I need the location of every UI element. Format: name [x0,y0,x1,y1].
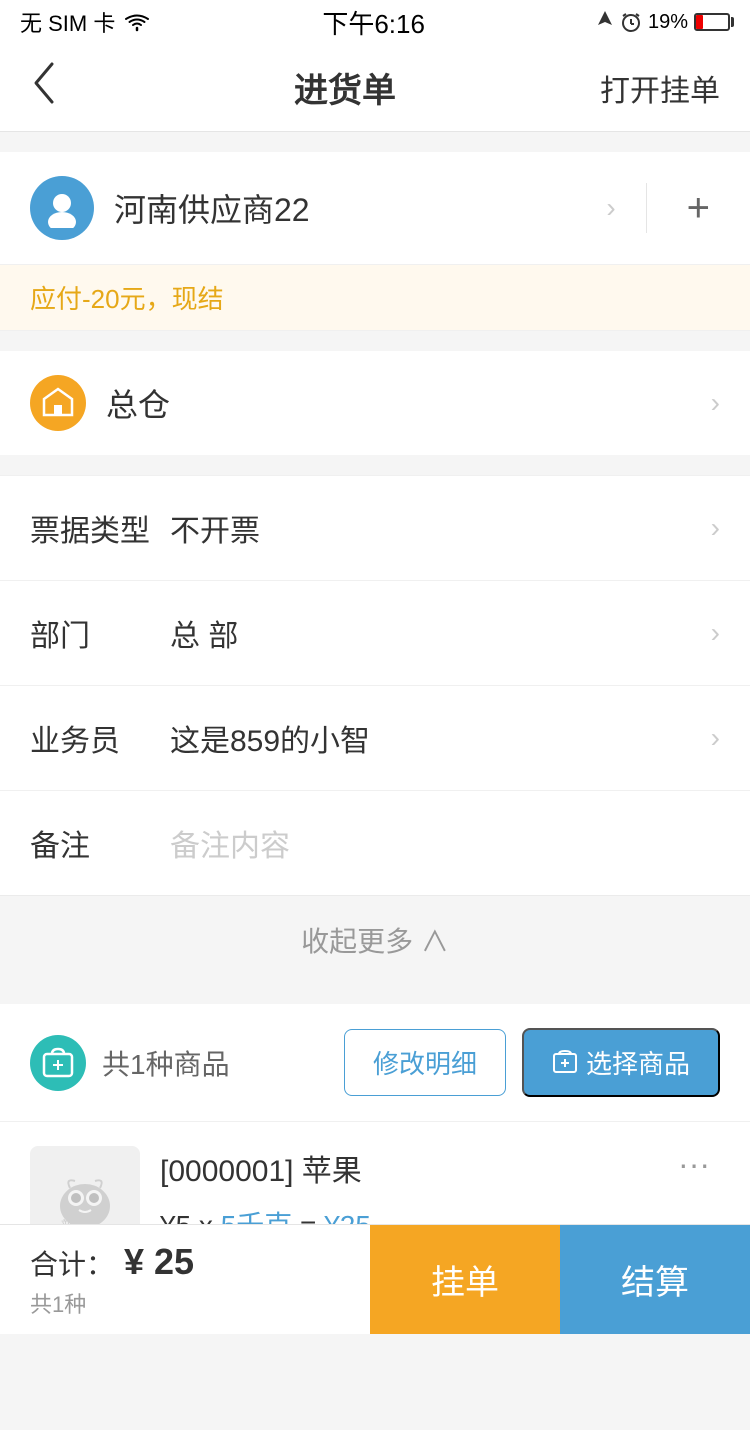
invoice-type-row[interactable]: 票据类型 不开票 › [0,475,750,580]
battery-fill [696,15,703,29]
remark-label: 备注 [30,821,150,865]
select-product-icon [552,1050,578,1076]
vertical-divider [646,183,647,233]
product-count: 共1种商品 [102,1043,344,1083]
add-supplier-button[interactable]: + [677,186,720,231]
status-bar: 无 SIM 卡 下午6:16 19% [0,0,750,44]
supplier-name: 河南供应商22 [114,185,606,231]
salesman-chevron-icon: › [711,722,720,754]
wifi-icon [123,12,151,32]
footer-total: 合计： ¥ 25 共1种 [0,1225,370,1334]
avatar [30,176,94,240]
collapse-label: 收起更多 ∧ [301,926,449,957]
product-icon [30,1035,86,1091]
select-product-label: 选择商品 [586,1044,690,1081]
section-divider-2 [0,331,750,351]
section-divider-4 [0,984,750,1004]
page-title: 进货单 [294,63,396,112]
select-product-button[interactable]: 选择商品 [522,1028,720,1097]
warehouse-name: 总仓 [106,380,711,426]
department-value: 总 部 [150,611,711,655]
more-options-button[interactable]: ··· [668,1146,720,1183]
pending-button[interactable]: 挂单 [370,1225,560,1334]
salesman-value: 这是859的小智 [150,716,711,760]
battery-icon [694,13,730,31]
section-divider-1 [0,132,750,152]
total-label: 合计： [30,1243,114,1283]
back-button[interactable] [30,60,90,115]
section-divider-3 [0,455,750,475]
remark-input[interactable]: 备注内容 [150,821,720,865]
modify-detail-button[interactable]: 修改明细 [344,1029,506,1096]
salesman-row[interactable]: 业务员 这是859的小智 › [0,685,750,790]
remark-row[interactable]: 备注 备注内容 [0,790,750,895]
supplier-section: 河南供应商22 › + 应付-20元，现结 [0,152,750,331]
status-time: 下午6:16 [322,4,425,41]
collapse-bar[interactable]: 收起更多 ∧ [0,895,750,984]
invoice-chevron-icon: › [711,512,720,544]
product-name-text: 苹果 [302,1155,362,1188]
chevron-right-icon: › [606,192,615,224]
total-row: 合计： ¥ 25 [30,1241,340,1283]
status-carrier: 无 SIM 卡 [20,6,151,38]
notice-text: 应付-20元，现结 [30,284,224,314]
checkout-button[interactable]: 结算 [560,1225,750,1334]
department-chevron-icon: › [711,617,720,649]
salesman-label: 业务员 [30,716,150,760]
department-label: 部门 [30,611,150,655]
product-name: [0000001] 苹果 [160,1146,668,1190]
product-id: [0000001] [160,1155,302,1188]
warehouse-icon [30,375,86,431]
total-amount: ¥ 25 [124,1241,194,1283]
form-section: 票据类型 不开票 › 部门 总 部 › 业务员 这是859的小智 › 备注 备注… [0,475,750,895]
department-row[interactable]: 部门 总 部 › [0,580,750,685]
warehouse-section: 总仓 › [0,351,750,455]
open-pending-button[interactable]: 打开挂单 [600,66,720,110]
footer: 合计： ¥ 25 共1种 挂单 结算 [0,1224,750,1334]
alarm-icon [620,11,642,33]
product-header: 共1种商品 修改明细 选择商品 [0,1004,750,1121]
nav-bar: 进货单 打开挂单 [0,44,750,132]
carrier-text: 无 SIM 卡 [20,6,115,38]
invoice-type-label: 票据类型 [30,506,150,550]
invoice-type-value: 不开票 [150,506,711,550]
status-indicators: 19% [596,11,730,34]
supplier-row[interactable]: 河南供应商22 › + [0,152,750,265]
warehouse-chevron-icon: › [711,387,720,419]
location-icon [596,11,614,33]
warehouse-row[interactable]: 总仓 › [0,351,750,455]
battery-percent: 19% [648,11,688,34]
notice-bar: 应付-20元，现结 [0,265,750,331]
total-count: 共1种 [30,1287,340,1319]
footer-placeholder [0,1320,750,1430]
